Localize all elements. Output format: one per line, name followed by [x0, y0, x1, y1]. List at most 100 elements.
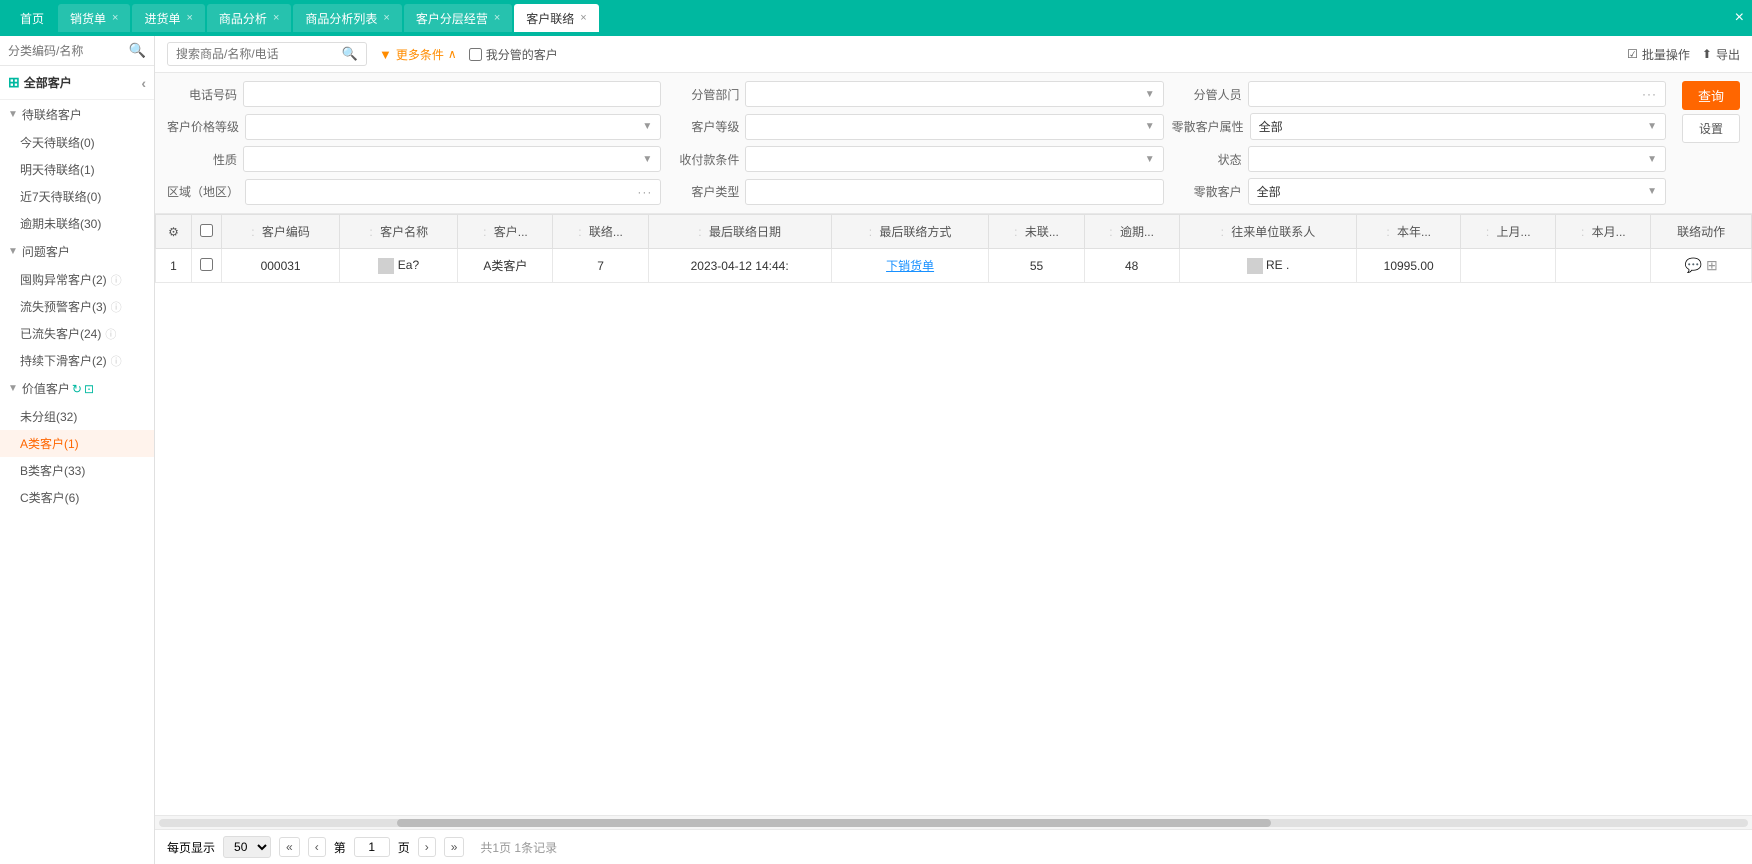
search-input[interactable] — [176, 47, 336, 61]
row-checkbox[interactable] — [200, 258, 213, 271]
sidebar-item-hoarding[interactable]: 囤购异常客户(2) ⓘ — [0, 266, 154, 293]
query-button[interactable]: 查询 — [1682, 81, 1740, 110]
section-problem-header[interactable]: ▼ 问题客户 — [0, 237, 154, 266]
sidebar-all-customers[interactable]: ⊞ 全部客户 ‹ — [0, 66, 154, 100]
this-year-val: 10995.00 — [1384, 259, 1434, 273]
advanced-filter: 电话号码 分管部门 ▼ 分管人员 — [155, 73, 1752, 214]
payment-select[interactable]: ▼ — [745, 146, 1163, 172]
page-size-select[interactable]: 50 — [223, 836, 271, 858]
cust-type-select[interactable] — [745, 179, 1163, 205]
col-uncontacted: : 未联... — [989, 215, 1084, 249]
tomorrow-label: 明天待联络(1) — [20, 161, 95, 178]
horizontal-scrollbar[interactable] — [155, 815, 1752, 829]
toolbar-search-icon[interactable]: 🔍 — [342, 46, 358, 62]
col-name: : 客户名称 — [340, 215, 458, 249]
churn-warning-info-icon: ⓘ — [111, 299, 122, 315]
close-analysis-list-icon[interactable]: × — [383, 12, 389, 24]
close-analysis-icon[interactable]: × — [273, 12, 279, 24]
nav-tab-analysis[interactable]: 商品分析 × — [207, 4, 291, 32]
prev-btn[interactable]: ‹ — [308, 837, 326, 857]
col-lm-sep-icon: : — [1486, 225, 1489, 239]
col-this-month: : 本月... — [1556, 215, 1651, 249]
col-code-label: 客户编码 — [262, 225, 310, 239]
batch-op-label: 批量操作 — [1642, 46, 1690, 63]
top-nav: 首页 销货单 × 进货单 × 商品分析 × 商品分析列表 × 客户分层经营 × … — [0, 0, 1752, 36]
sidebar-item-tomorrow[interactable]: 明天待联络(1) — [0, 156, 154, 183]
nav-tab-customer-tier[interactable]: 客户分层经营 × — [404, 4, 512, 32]
filter-manager: 分管人员 ··· — [1172, 81, 1666, 107]
next-btn[interactable]: › — [418, 837, 436, 857]
col-overdue: : 逾期... — [1084, 215, 1179, 249]
sidebar-item-7days[interactable]: 近7天待联络(0) — [0, 183, 154, 210]
sidebar-item-ungroup[interactable]: 未分组(32) — [0, 403, 154, 430]
export-icon: ⬆ — [1702, 47, 1712, 61]
filter-row-3: 性质 ▼ 收付款条件 ▼ — [167, 146, 1666, 172]
manager-select[interactable]: ··· — [1248, 81, 1666, 107]
region-select[interactable]: ··· — [245, 179, 661, 205]
nature-select[interactable]: ▼ — [243, 146, 661, 172]
sidebar-item-churn-warning[interactable]: 流失预警客户(3) ⓘ — [0, 293, 154, 320]
dept-arrow-icon: ▼ — [1145, 89, 1155, 100]
nav-tab-purchase[interactable]: 进货单 × — [132, 4, 204, 32]
close-customer-tier-icon[interactable]: × — [494, 12, 500, 24]
col-settings[interactable]: ⚙ — [156, 215, 192, 249]
7days-label: 近7天待联络(0) — [20, 188, 101, 205]
overdue-val: 48 — [1125, 259, 1138, 273]
page-input[interactable] — [354, 837, 390, 857]
nav-tab-customer-contact[interactable]: 客户联络 × — [514, 4, 598, 32]
last-method-val[interactable]: 下销货单 — [886, 259, 934, 273]
nav-tab-home[interactable]: 首页 — [8, 4, 56, 32]
col-name-sep-icon: : — [369, 225, 372, 239]
close-purchase-icon[interactable]: × — [186, 12, 192, 24]
sidebar-item-churned[interactable]: 已流失客户(24) ⓘ — [0, 320, 154, 347]
filter-status: 状态 ▼ — [1172, 146, 1666, 172]
go-last-btn[interactable]: » — [444, 837, 465, 857]
cust-level-select[interactable]: ▼ — [745, 114, 1163, 140]
sidebar-search-wrap: 🔍 — [0, 36, 154, 66]
col-type-label: 客户... — [494, 225, 528, 239]
table-settings-gear-icon[interactable]: ⚙ — [168, 225, 179, 239]
sidebar-item-today[interactable]: 今天待联络(0) — [0, 129, 154, 156]
sidebar-item-b-class[interactable]: B类客户(33) — [0, 457, 154, 484]
nav-tab-sales[interactable]: 销货单 × — [58, 4, 130, 32]
status-select[interactable]: ▼ — [1248, 146, 1666, 172]
value-add-icon[interactable]: ⊡ — [84, 382, 94, 396]
grid-action-icon[interactable]: ⊞ — [1706, 257, 1718, 274]
my-customers-check[interactable]: 我分管的客户 — [469, 46, 558, 63]
value-refresh-icon[interactable]: ↻ — [72, 382, 82, 396]
section-pending-header[interactable]: ▼ 待联络客户 — [0, 100, 154, 129]
sidebar-search-input[interactable] — [8, 44, 129, 58]
col-ty-sep-icon: : — [1386, 225, 1389, 239]
chat-action-icon[interactable]: 💬 — [1685, 257, 1702, 274]
batch-op-btn[interactable]: ☑ 批量操作 — [1627, 46, 1690, 63]
more-conditions-btn[interactable]: ▼ 更多条件 ∧ — [379, 46, 457, 63]
retail-cust-select[interactable]: 全部 ▼ — [1248, 178, 1666, 205]
settings-button[interactable]: 设置 — [1682, 114, 1740, 143]
more-conditions-arrow-icon: ∧ — [448, 47, 457, 61]
overdue-label: 逾期未联络(30) — [20, 215, 101, 232]
close-sales-icon[interactable]: × — [112, 12, 118, 24]
export-btn[interactable]: ⬆ 导出 — [1702, 46, 1740, 63]
sidebar-collapse-btn[interactable]: ‹ — [141, 75, 146, 91]
sidebar-search-icon[interactable]: 🔍 — [129, 42, 146, 59]
close-customer-contact-icon[interactable]: × — [580, 12, 586, 24]
row-last-method: 下销货单 — [831, 249, 989, 283]
my-customers-checkbox[interactable] — [469, 48, 482, 61]
sidebar-item-overdue[interactable]: 逾期未联络(30) — [0, 210, 154, 237]
select-all-checkbox[interactable] — [200, 224, 213, 237]
retail-attr-arrow-icon: ▼ — [1647, 121, 1657, 132]
today-label: 今天待联络(0) — [20, 134, 95, 151]
phone-input[interactable] — [243, 81, 661, 107]
nav-tab-analysis-list[interactable]: 商品分析列表 × — [293, 4, 401, 32]
price-level-select[interactable]: ▼ — [245, 114, 661, 140]
dept-select[interactable]: ▼ — [745, 81, 1163, 107]
sidebar-item-declining[interactable]: 持续下滑客户(2) ⓘ — [0, 347, 154, 374]
section-value-header[interactable]: ▼ 价值客户 ↻ ⊡ — [0, 374, 154, 403]
col-contact-sep-icon: : — [578, 225, 581, 239]
sidebar-item-a-class[interactable]: A类客户(1) — [0, 430, 154, 457]
close-all-btn[interactable]: × — [1735, 9, 1744, 27]
go-first-btn[interactable]: « — [279, 837, 300, 857]
retail-attr-select[interactable]: 全部 ▼ — [1250, 113, 1666, 140]
sidebar-item-c-class[interactable]: C类客户(6) — [0, 484, 154, 511]
contact-count-val: 7 — [597, 259, 604, 273]
